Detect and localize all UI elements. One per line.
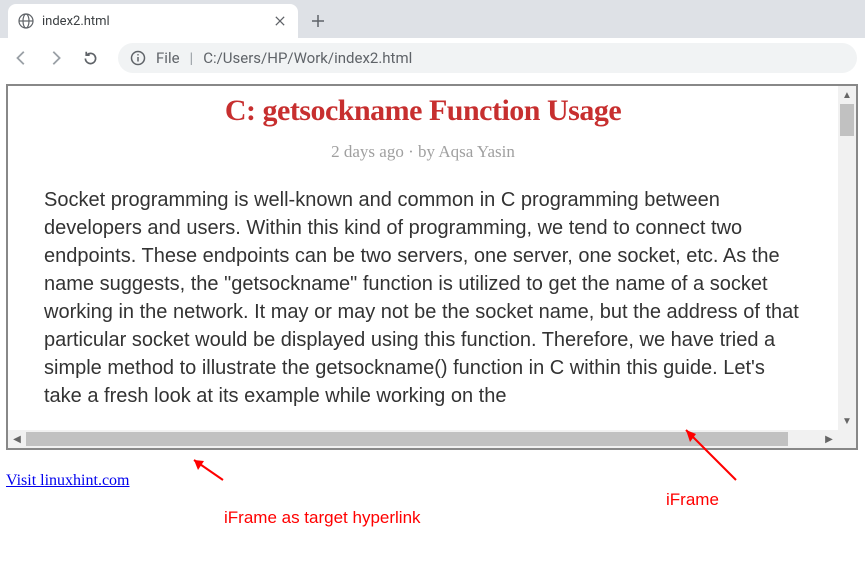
url-divider: | <box>190 49 194 67</box>
scroll-track[interactable] <box>838 104 856 412</box>
scroll-down-icon[interactable]: ▼ <box>838 412 856 430</box>
address-bar[interactable]: File | C:/Users/HP/Work/index2.html <box>118 43 857 73</box>
visit-link[interactable]: Visit linuxhint.com <box>6 472 129 489</box>
tab-title: index2.html <box>42 14 264 29</box>
article-title: C: getsockname Function Usage <box>28 94 818 128</box>
info-icon[interactable] <box>130 50 146 66</box>
forward-button[interactable] <box>42 44 70 72</box>
article-meta: 2 days ago · by Aqsa Yasin <box>28 142 818 162</box>
page-content: C: getsockname Function Usage 2 days ago… <box>0 78 865 490</box>
vertical-scrollbar[interactable]: ▲ ▼ <box>838 86 856 430</box>
globe-icon <box>18 13 34 29</box>
url-display: File | C:/Users/HP/Work/index2.html <box>156 49 412 67</box>
browser-toolbar: File | C:/Users/HP/Work/index2.html <box>0 38 865 78</box>
back-button[interactable] <box>8 44 36 72</box>
article-body: Socket programming is well-known and com… <box>8 168 838 410</box>
scroll-corner <box>838 430 856 448</box>
arrow-icon <box>666 420 746 490</box>
scroll-right-icon[interactable]: ▶ <box>820 430 838 448</box>
scroll-left-icon[interactable]: ◀ <box>8 430 26 448</box>
url-path: C:/Users/HP/Work/index2.html <box>203 49 412 67</box>
below-area: Visit linuxhint.com iFrame iFrame as tar… <box>6 450 859 490</box>
browser-tab[interactable]: index2.html <box>8 4 298 38</box>
tab-bar: index2.html <box>0 0 865 38</box>
annotation-iframe: iFrame <box>666 490 719 510</box>
url-scheme: File <box>156 49 180 67</box>
new-tab-button[interactable] <box>304 7 332 35</box>
close-icon[interactable] <box>272 13 288 29</box>
arrow-icon <box>188 454 228 484</box>
iframe: C: getsockname Function Usage 2 days ago… <box>6 84 858 450</box>
annotation-link: iFrame as target hyperlink <box>224 508 421 528</box>
reload-button[interactable] <box>76 44 104 72</box>
scroll-up-icon[interactable]: ▲ <box>838 86 856 104</box>
scroll-thumb[interactable] <box>840 104 854 136</box>
iframe-viewport[interactable]: C: getsockname Function Usage 2 days ago… <box>8 86 838 430</box>
